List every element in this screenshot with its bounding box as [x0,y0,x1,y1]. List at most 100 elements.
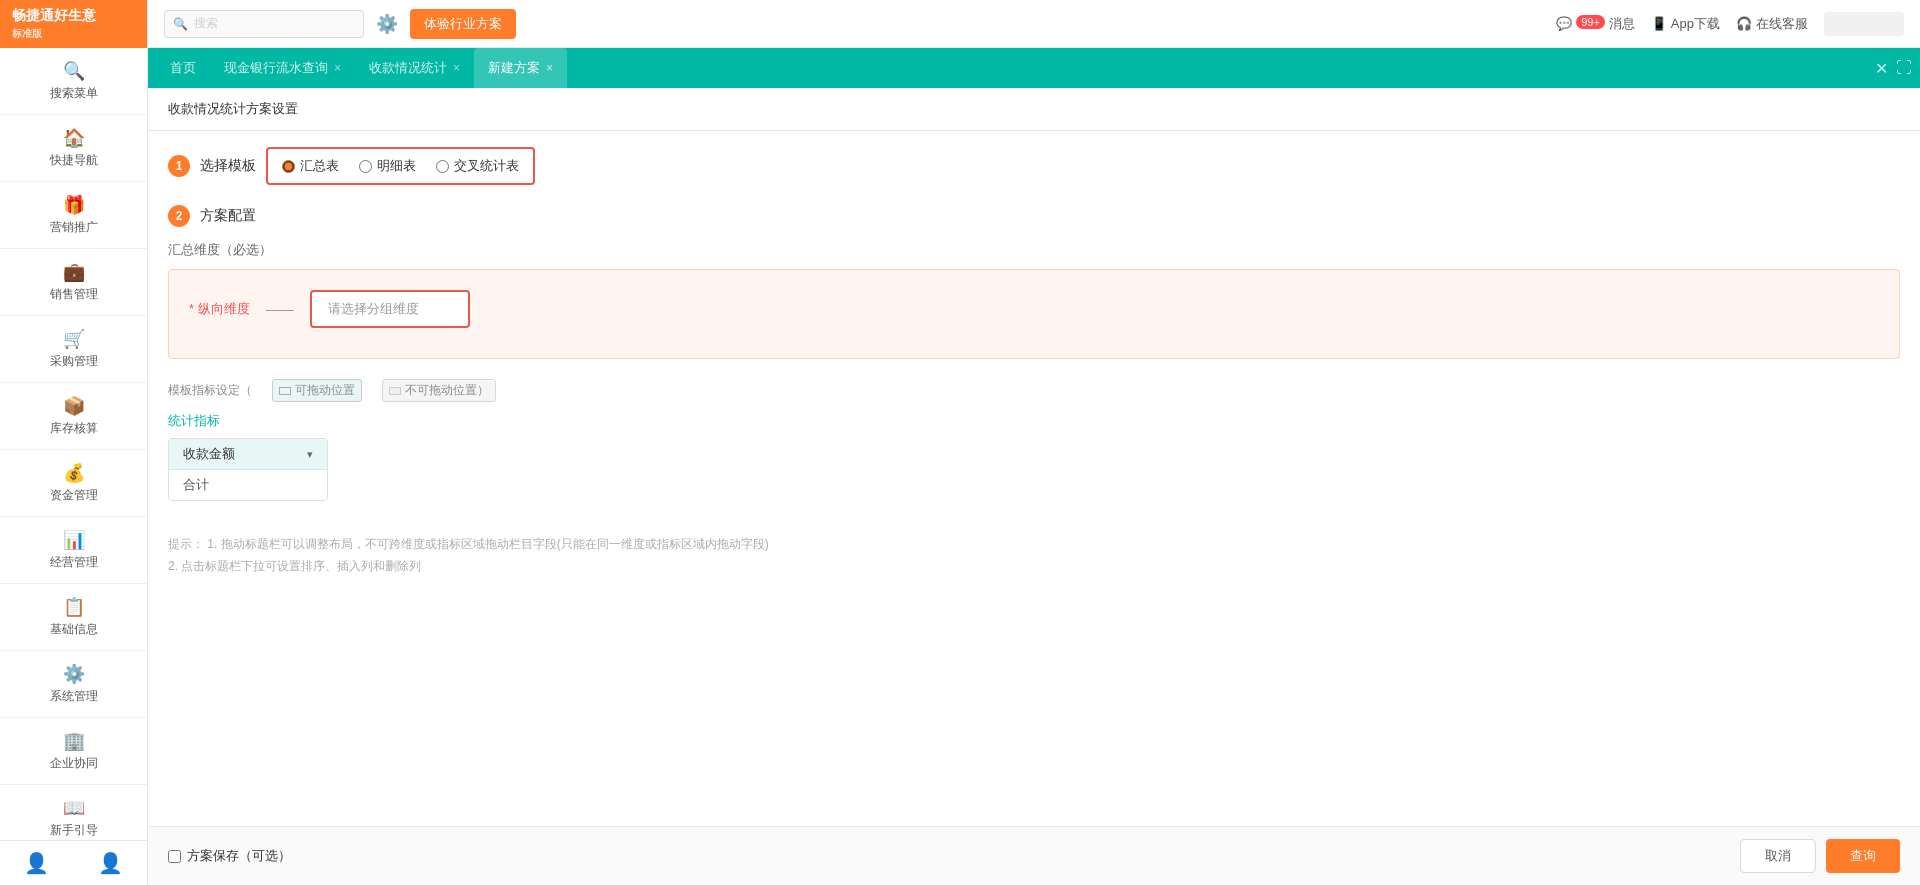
query-button[interactable]: 查询 [1826,839,1900,873]
sidebar-nav: 🔍 搜索菜单 🏠 快捷导航 🎁 营销推广 💼 销售管理 🛒 采购管理 📦 库存核… [0,48,147,840]
main-area: 🔍 搜索 ⚙️ 体验行业方案 💬 99+ 消息 📱 App下载 🎧 在线客服 首 [148,0,1920,885]
page-title: 收款情况统计方案设置 [168,101,298,116]
metrics-table-row: 合计 [169,470,327,500]
radio-detail[interactable]: 明细表 [359,157,416,175]
tip-line2: 2. 点击标题栏下拉可设置排序、插入列和删除列 [168,556,1900,578]
step2-header: 2 方案配置 [168,205,1900,227]
draggable-label: 可拖动位置 [295,382,355,399]
step2-number: 2 [168,205,190,227]
step1-title: 选择模板 [200,157,256,175]
tips-section: 提示： 1. 拖动标题栏可以调整布局，不可跨维度或指标区域拖动栏目字段(只能在同… [168,524,1900,587]
sidebar-item-sales[interactable]: 💼 销售管理 [0,249,147,316]
tab-receipt-stat-close[interactable]: × [453,61,460,75]
radio-detail-input[interactable] [359,160,372,173]
dimension-arrow: —— [266,301,294,317]
tab-bank-flow[interactable]: 现金银行流水查询× [210,48,355,88]
radio-summary-input[interactable] [282,160,295,173]
metrics-cell-total: 合计 [183,477,209,492]
sidebar-item-basic-info[interactable]: 📋 基础信息 [0,584,147,651]
sidebar-item-finance[interactable]: 💰 资金管理 [0,450,147,517]
sidebar-item-enterprise[interactable]: 🏢 企业协同 [0,718,147,785]
tab-new-plan[interactable]: 新建方案 × [474,48,567,88]
message-icon: 💬 [1556,16,1572,31]
messages-button[interactable]: 💬 99+ 消息 [1556,15,1635,33]
topbar-left: 🔍 搜索 ⚙️ 体验行业方案 [164,9,516,39]
radio-summary[interactable]: 汇总表 [282,157,339,175]
purchase-icon: 🛒 [63,328,85,350]
step2-section: 2 方案配置 汇总维度（必选） * 纵向维度 —— 请选择分组维度 [168,205,1900,587]
settings-icon[interactable]: ⚙️ [376,13,398,35]
sidebar-bottom-avatar1[interactable]: 👤 [24,851,49,875]
tab-home[interactable]: 首页 [156,48,210,88]
sidebar-item-search-menu[interactable]: 🔍 搜索菜单 [0,48,147,115]
messages-label: 消息 [1609,15,1635,33]
service-icon: 🎧 [1736,16,1752,31]
topbar: 🔍 搜索 ⚙️ 体验行业方案 💬 99+ 消息 📱 App下载 🎧 在线客服 [148,0,1920,48]
non-draggable-tag: 不可拖动位置） [382,379,496,402]
cancel-button[interactable]: 取消 [1740,839,1816,873]
tab-receipt-stat[interactable]: 收款情况统计× [355,48,474,88]
search-box[interactable]: 🔍 搜索 [164,10,364,38]
quick-nav-icon: 🏠 [63,127,85,149]
radio-cross-input[interactable] [436,160,449,173]
search-icon: 🔍 [173,17,188,31]
search-menu-icon: 🔍 [63,60,85,82]
enterprise-icon: 🏢 [63,730,85,752]
footer-save-area: 方案保存（可选） [168,847,291,865]
topbar-right: 💬 99+ 消息 📱 App下载 🎧 在线客服 [1556,12,1904,36]
app-download-button[interactable]: 📱 App下载 [1651,15,1720,33]
tabbar: 首页现金银行流水查询×收款情况统计× 新建方案 × ✕ ⛶ [148,48,1920,88]
metrics-label-row: 模板指标设定（ 可拖动位置 不可拖动位置） [168,379,1900,402]
tab-new-plan-label: 新建方案 [488,59,540,77]
dimension-selector[interactable]: 请选择分组维度 [310,290,470,328]
non-draggable-label: 不可拖动位置） [405,382,489,399]
online-service-label: 在线客服 [1756,15,1808,33]
sidebar-item-operations[interactable]: 📊 经营管理 [0,517,147,584]
save-checkbox[interactable] [168,850,181,863]
radio-cross[interactable]: 交叉统计表 [436,157,519,175]
expand-window-icon[interactable]: ⛶ [1896,59,1912,77]
close-window-icon[interactable]: ✕ [1875,59,1888,78]
operations-icon: 📊 [63,529,85,551]
operations-label: 经营管理 [50,554,98,571]
basic-info-label: 基础信息 [50,621,98,638]
sidebar-logo: 畅捷通好生意 标准版 [0,0,147,48]
sidebar: 畅捷通好生意 标准版 🔍 搜索菜单 🏠 快捷导航 🎁 营销推广 💼 销售管理 🛒… [0,0,148,885]
sidebar-bottom: 👤 👤 [0,840,147,885]
tab-bank-flow-close[interactable]: × [334,61,341,75]
metrics-section: 模板指标设定（ 可拖动位置 不可拖动位置） 统计指标 收款金 [168,379,1900,504]
app-download-label: App下载 [1671,15,1720,33]
guide-icon: 📖 [63,797,85,819]
sidebar-item-guide[interactable]: 📖 新手引导 [0,785,147,840]
sidebar-item-marketing[interactable]: 🎁 营销推广 [0,182,147,249]
online-service-button[interactable]: 🎧 在线客服 [1736,15,1808,33]
sidebar-item-quick-nav[interactable]: 🏠 快捷导航 [0,115,147,182]
sidebar-item-system[interactable]: ⚙️ 系统管理 [0,651,147,718]
draggable-indicator [279,387,291,395]
inventory-icon: 📦 [63,395,85,417]
tab-new-plan-close[interactable]: × [546,61,553,75]
industry-plan-button[interactable]: 体验行业方案 [410,9,516,39]
metrics-table-header[interactable]: 收款金额 ▾ [169,439,327,470]
sidebar-logo-text: 畅捷通好生意 [12,7,96,25]
message-badge: 99+ [1576,15,1605,29]
sidebar-bottom-avatar2[interactable]: 👤 [98,851,123,875]
purchase-label: 采购管理 [50,353,98,370]
step2-title: 方案配置 [200,207,256,225]
template-radio-group: 汇总表 明细表 交叉统计表 [266,147,535,185]
non-draggable-indicator [389,387,401,395]
metrics-settings-label: 模板指标设定（ [168,382,252,399]
tip-line1: 提示： 1. 拖动标题栏可以调整布局，不可跨维度或指标区域拖动栏目字段(只能在同… [168,534,1900,556]
dimension-config: 汇总维度（必选） * 纵向维度 —— 请选择分组维度 [168,241,1900,359]
sidebar-logo-sub: 标准版 [12,27,96,41]
guide-label: 新手引导 [50,822,98,839]
sidebar-item-inventory[interactable]: 📦 库存核算 [0,383,147,450]
footer-actions: 取消 查询 [1740,839,1900,873]
dimension-title: 汇总维度（必选） [168,241,1900,259]
dimension-row: * 纵向维度 —— 请选择分组维度 [189,290,1879,328]
sidebar-item-purchase[interactable]: 🛒 采购管理 [0,316,147,383]
marketing-icon: 🎁 [63,194,85,216]
radio-summary-label: 汇总表 [300,157,339,175]
user-avatar[interactable] [1824,12,1904,36]
app-icon: 📱 [1651,16,1667,31]
